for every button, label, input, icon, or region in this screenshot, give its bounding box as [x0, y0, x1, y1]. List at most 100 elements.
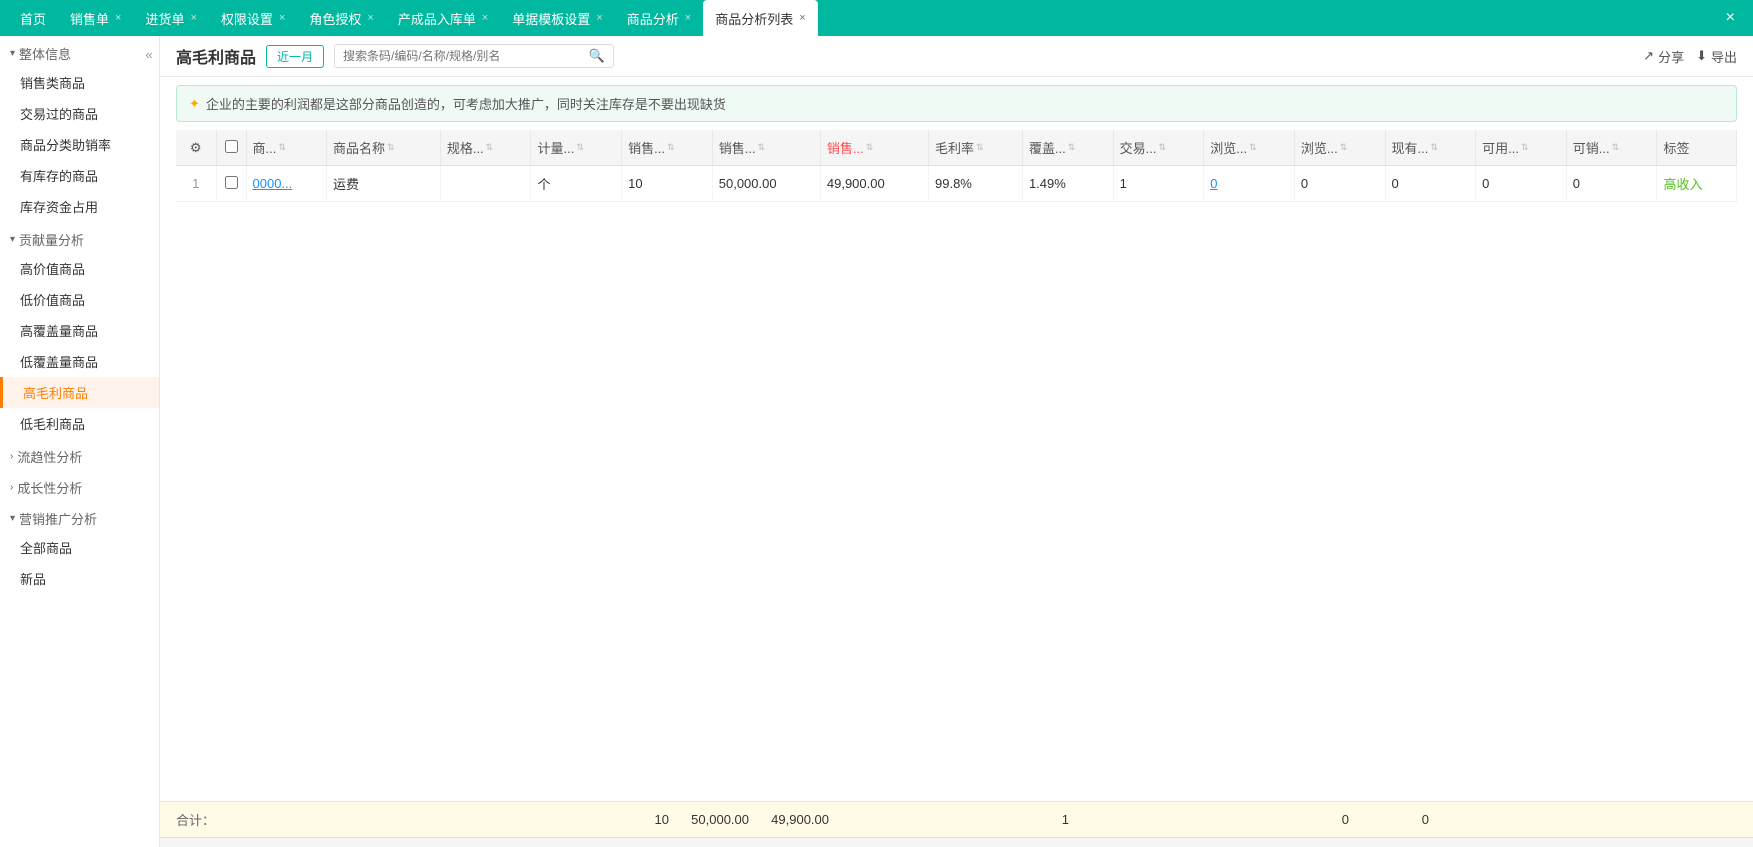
sidebar-item-stock-capital[interactable]: 库存资金占用 — [0, 191, 159, 222]
sidebar-collapse-button[interactable]: « — [139, 44, 159, 64]
page-title: 高毛利商品 — [176, 44, 256, 68]
sort-icon: ⇅ — [387, 142, 395, 153]
footer-sales-profit: 49,900.00 — [755, 812, 835, 827]
sort-icon: ⇅ — [1430, 142, 1438, 153]
nav-role-auth[interactable]: 角色授权 × — [297, 0, 385, 36]
sort-icon: ⇅ — [976, 142, 984, 153]
sidebar-item-high-coverage[interactable]: 高覆盖量商品 — [0, 315, 159, 346]
col-setting[interactable]: ⚙ — [176, 130, 216, 166]
col-browse2[interactable]: 浏览...⇅ — [1294, 130, 1385, 166]
content-area: 高毛利商品 近一月 🔍 ↗ 分享 ⬇ 导出 ✦ 企业的主要的利润都是这部分商品创… — [160, 36, 1753, 847]
window-close-button[interactable]: × — [1716, 9, 1745, 27]
col-coverage[interactable]: 覆盖...⇅ — [1022, 130, 1113, 166]
row-checkbox[interactable] — [216, 166, 246, 202]
close-icon[interactable]: × — [685, 12, 691, 24]
row-sales-qty: 10 — [622, 166, 713, 202]
sidebar-group-contribution[interactable]: ▾ 贡献量分析 — [0, 222, 159, 253]
footer-sales-qty — [515, 812, 595, 827]
close-icon[interactable]: × — [482, 12, 488, 24]
footer-available: 0 — [1275, 812, 1355, 827]
col-trade[interactable]: 交易...⇅ — [1113, 130, 1204, 166]
nav-home[interactable]: 首页 — [8, 0, 58, 36]
sidebar-item-category-rate[interactable]: 商品分类助销率 — [0, 129, 159, 160]
nav-product-analysis-list[interactable]: 商品分析列表 × — [703, 0, 817, 36]
nav-sales-order[interactable]: 销售单 × — [58, 0, 133, 36]
row-available: 0 — [1476, 166, 1567, 202]
sidebar-item-low-value[interactable]: 低价值商品 — [0, 284, 159, 315]
sidebar-item-low-coverage[interactable]: 低覆盖量商品 — [0, 346, 159, 377]
sidebar-item-sales-goods[interactable]: 销售类商品 — [0, 67, 159, 98]
sort-icon: ⇅ — [1340, 142, 1348, 153]
nav-purchase-order[interactable]: 进货单 × — [133, 0, 208, 36]
row-browse1[interactable]: 0 — [1204, 166, 1295, 202]
col-unit[interactable]: 计量...⇅ — [531, 130, 622, 166]
nav-permission-setting[interactable]: 权限设置 × — [209, 0, 297, 36]
footer-trade: 1 — [995, 812, 1075, 827]
col-available[interactable]: 可用...⇅ — [1476, 130, 1567, 166]
close-icon[interactable]: × — [190, 12, 196, 24]
col-sellable[interactable]: 可销...⇅ — [1566, 130, 1657, 166]
close-icon[interactable]: × — [799, 12, 805, 24]
row-sales-amount: 50,000.00 — [712, 166, 820, 202]
col-name[interactable]: 商品名称⇅ — [327, 130, 441, 166]
row-coverage: 1.49% — [1022, 166, 1113, 202]
table-row: 1 0000... 运费 个 10 50,000.00 49,900.00 99… — [176, 166, 1737, 202]
bottom-scrollbar[interactable] — [160, 837, 1753, 847]
row-sellable: 0 — [1566, 166, 1657, 202]
close-icon[interactable]: × — [367, 12, 373, 24]
close-icon[interactable]: × — [596, 12, 602, 24]
footer-sales-amount: 50,000.00 — [675, 812, 755, 827]
row-spec — [440, 166, 531, 202]
row-current-stock: 0 — [1385, 166, 1476, 202]
footer-empty1 — [835, 812, 995, 827]
col-sales-profit[interactable]: 销售...⇅ — [820, 130, 928, 166]
close-icon[interactable]: × — [279, 12, 285, 24]
col-sales-amount[interactable]: 销售...⇅ — [712, 130, 820, 166]
row-code[interactable]: 0000... — [246, 166, 327, 202]
sort-icon: ⇅ — [576, 142, 584, 153]
row-browse2: 0 — [1294, 166, 1385, 202]
sort-icon: ⇅ — [758, 142, 766, 153]
row-trade: 1 — [1113, 166, 1204, 202]
share-button[interactable]: ↗ 分享 — [1643, 47, 1684, 66]
row-select-checkbox[interactable] — [225, 176, 238, 189]
row-sales-profit: 49,900.00 — [820, 166, 928, 202]
col-sales-qty[interactable]: 销售...⇅ — [622, 130, 713, 166]
sidebar-group-growth[interactable]: › 成长性分析 — [0, 470, 159, 501]
chevron-down-icon: ▾ — [10, 513, 15, 524]
export-icon: ⬇ — [1696, 48, 1707, 64]
col-browse1[interactable]: 浏览...⇅ — [1204, 130, 1295, 166]
sidebar-item-low-margin[interactable]: 低毛利商品 — [0, 408, 159, 439]
sidebar-group-marketing[interactable]: ▾ 营销推广分析 — [0, 501, 159, 532]
col-gross-rate[interactable]: 毛利率⇅ — [929, 130, 1023, 166]
sidebar-item-new-goods[interactable]: 新品 — [0, 563, 159, 594]
col-current-stock[interactable]: 现有...⇅ — [1385, 130, 1476, 166]
sidebar-group-trend[interactable]: › 流趋性分析 — [0, 439, 159, 470]
sidebar-item-high-margin[interactable]: 高毛利商品 — [0, 377, 159, 408]
export-button[interactable]: ⬇ 导出 — [1696, 47, 1737, 66]
nav-product-inbound[interactable]: 产成品入库单 × — [386, 0, 500, 36]
sidebar-group-overall[interactable]: ▾ 整体信息 — [0, 36, 159, 67]
sidebar-item-traded-goods[interactable]: 交易过的商品 — [0, 98, 159, 129]
header-actions: ↗ 分享 ⬇ 导出 — [1643, 47, 1737, 66]
col-tag[interactable]: 标签 — [1657, 130, 1737, 166]
row-gross-rate: 99.8% — [929, 166, 1023, 202]
col-code[interactable]: 商...⇅ — [246, 130, 327, 166]
sidebar-item-in-stock[interactable]: 有库存的商品 — [0, 160, 159, 191]
col-checkbox[interactable] — [216, 130, 246, 166]
footer-empty2 — [1075, 812, 1275, 827]
close-icon[interactable]: × — [115, 12, 121, 24]
search-input[interactable] — [343, 49, 589, 63]
search-icon[interactable]: 🔍 — [589, 48, 605, 64]
main-layout: « ▾ 整体信息 销售类商品 交易过的商品 商品分类助销率 有库存的商品 库存资… — [0, 36, 1753, 847]
col-spec[interactable]: 规格...⇅ — [440, 130, 531, 166]
sort-icon: ⇅ — [278, 142, 286, 153]
nav-doc-template[interactable]: 单据模板设置 × — [500, 0, 614, 36]
sidebar-item-high-value[interactable]: 高价值商品 — [0, 253, 159, 284]
time-filter-button[interactable]: 近一月 — [266, 45, 324, 68]
sidebar-item-all-goods[interactable]: 全部商品 — [0, 532, 159, 563]
nav-product-analysis[interactable]: 商品分析 × — [615, 0, 703, 36]
top-nav: 首页 销售单 × 进货单 × 权限设置 × 角色授权 × 产成品入库单 × 单据… — [0, 0, 1753, 36]
sort-icon: ⇅ — [1249, 142, 1257, 153]
select-all-checkbox[interactable] — [225, 140, 238, 153]
